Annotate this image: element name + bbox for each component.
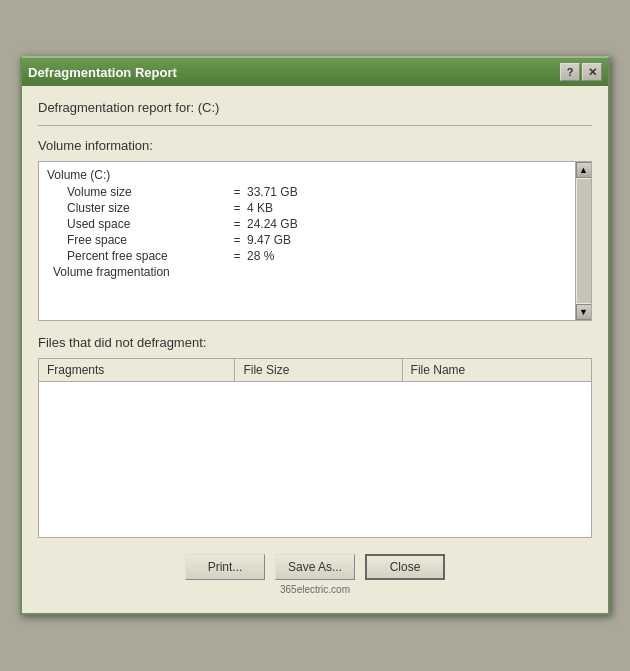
row-val-3: 9.47 GB (247, 233, 291, 247)
row-eq-3: = (227, 233, 247, 247)
volume-info-inner: Volume (C:) Volume size = 33.71 GB Clust… (39, 162, 591, 286)
volume-info-label: Volume information: (38, 138, 592, 153)
title-bar: Defragmentation Report ? ✕ (22, 58, 608, 86)
volume-row-0: Volume size = 33.71 GB (47, 184, 583, 200)
row-eq-0: = (227, 185, 247, 199)
row-key-4: Percent free space (67, 249, 227, 263)
row-eq-1: = (227, 201, 247, 215)
report-for-line: Defragmentation report for: (C:) (38, 100, 592, 115)
save-as-button[interactable]: Save As... (275, 554, 355, 580)
row-eq-4: = (227, 249, 247, 263)
volume-info-box: Volume (C:) Volume size = 33.71 GB Clust… (38, 161, 592, 321)
row-val-0: 33.71 GB (247, 185, 298, 199)
volume-row-3: Free space = 9.47 GB (47, 232, 583, 248)
print-button[interactable]: Print... (185, 554, 265, 580)
dialog-title: Defragmentation Report (28, 65, 177, 80)
help-button[interactable]: ? (560, 63, 580, 81)
volume-title: Volume (C:) (47, 168, 583, 182)
title-bar-buttons: ? ✕ (560, 63, 602, 81)
files-label: Files that did not defragment: (38, 335, 592, 350)
row-eq-2: = (227, 217, 247, 231)
button-row: Print... Save As... Close (38, 554, 592, 580)
col-fragments: Fragments (39, 359, 235, 382)
volume-frag: Volume fragmentation (47, 264, 583, 280)
report-for-label: Defragmentation report for: (38, 100, 194, 115)
scroll-track[interactable] (577, 179, 591, 303)
row-val-4: 28 % (247, 249, 274, 263)
files-table-container: Fragments File Size File Name (38, 358, 592, 538)
row-key-1: Cluster size (67, 201, 227, 215)
close-button[interactable]: Close (365, 554, 445, 580)
watermark: 365electric.com (38, 584, 592, 599)
files-table-head: Fragments File Size File Name (39, 359, 591, 382)
scroll-up-button[interactable]: ▲ (576, 162, 592, 178)
defragmentation-dialog: Defragmentation Report ? ✕ Defragmentati… (20, 56, 610, 615)
row-val-2: 24.24 GB (247, 217, 298, 231)
row-val-1: 4 KB (247, 201, 273, 215)
close-title-button[interactable]: ✕ (582, 63, 602, 81)
row-key-2: Used space (67, 217, 227, 231)
volume-row-1: Cluster size = 4 KB (47, 200, 583, 216)
dialog-content: Defragmentation report for: (C:) Volume … (22, 86, 608, 613)
report-for-drive: (C:) (198, 100, 220, 115)
volume-row-2: Used space = 24.24 GB (47, 216, 583, 232)
scrollbar[interactable]: ▲ ▼ (575, 162, 591, 320)
col-filesize: File Size (235, 359, 402, 382)
files-table: Fragments File Size File Name (39, 359, 591, 382)
divider (38, 125, 592, 126)
files-table-header-row: Fragments File Size File Name (39, 359, 591, 382)
row-key-0: Volume size (67, 185, 227, 199)
row-key-3: Free space (67, 233, 227, 247)
scroll-down-button[interactable]: ▼ (576, 304, 592, 320)
col-filename: File Name (402, 359, 591, 382)
volume-row-4: Percent free space = 28 % (47, 248, 583, 264)
